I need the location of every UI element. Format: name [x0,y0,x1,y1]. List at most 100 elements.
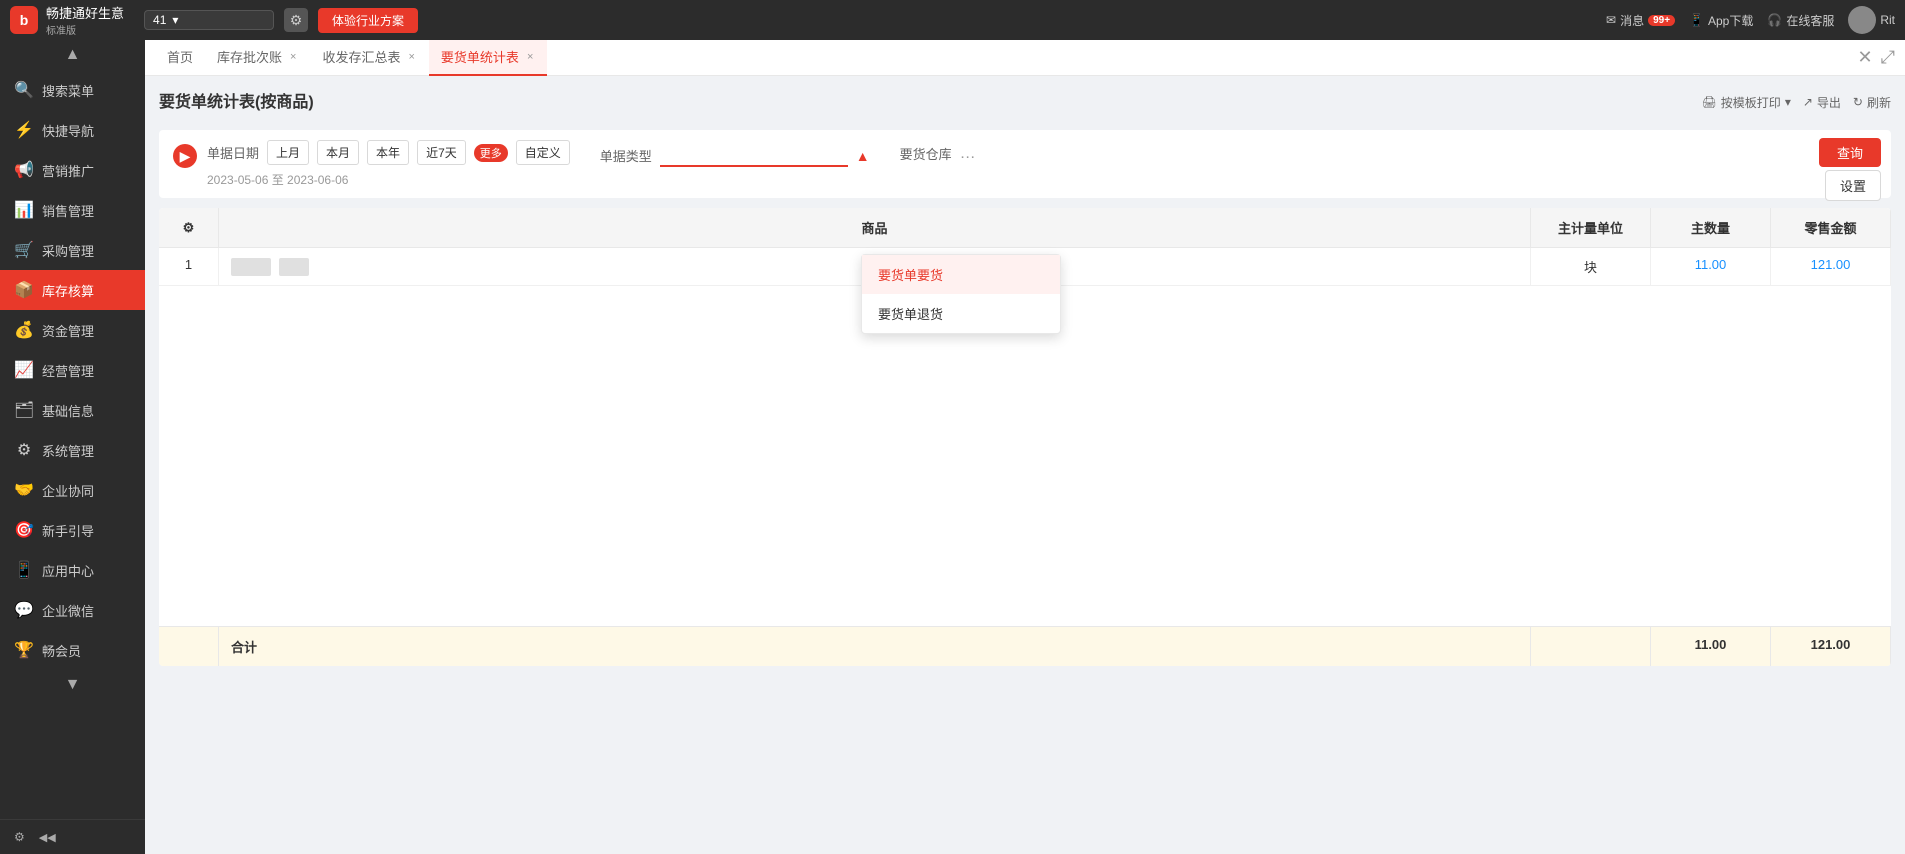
custom-date-button[interactable]: 自定义 [516,140,570,165]
sidebar-item-label: 营销推广 [42,161,94,180]
user-avatar[interactable]: Rit [1848,6,1895,34]
tab-close-all-button[interactable]: ✕ [1858,47,1873,68]
folder-icon: 🗂 [14,400,34,420]
username: Rit [1880,13,1895,27]
tf-label: 合计 [219,627,1531,666]
sidebar-item-wechat[interactable]: 💬 企业微信 [0,590,145,630]
td-quantity[interactable]: 11.00 [1651,248,1771,285]
table-header: ⚙ 商品 主计量单位 主数量 零售金额 [159,208,1891,248]
app-logo: b 畅捷通好生意 标准版 [10,3,124,37]
warehouse-more-button[interactable]: … [960,145,976,163]
sidebar-item-marketing[interactable]: 📢 营销推广 [0,150,145,190]
filter-area: ▶ 单据日期 上月 本月 本年 近7天 更多 自定义 2023-05-06 至 … [159,130,1891,198]
messages-label: 消息 [1620,12,1644,29]
sidebar-item-appstore[interactable]: 📱 应用中心 [0,550,145,590]
cart-icon: 🛒 [14,240,34,260]
online-service-button[interactable]: 🎧 在线客服 [1767,12,1834,29]
print-dropdown-icon: ▾ [1785,95,1791,109]
td-amount[interactable]: 121.00 [1771,248,1891,285]
topbar-gear-button[interactable]: ⚙ [284,8,308,32]
page-title: 要货单统计表(按商品) [159,88,314,112]
last-month-button[interactable]: 上月 [267,140,309,165]
td-unit: 块 [1531,248,1651,285]
sidebar-item-operations[interactable]: 📈 经营管理 [0,350,145,390]
export-icon: ↗ [1803,95,1813,109]
sidebar-item-label: 销售管理 [42,201,94,220]
more-dates-badge[interactable]: 更多 [474,144,508,162]
dropdown-option-label: 要货单要货 [878,268,943,283]
money-icon: 💰 [14,320,34,340]
tab-inventory-close[interactable]: × [288,51,298,63]
th-unit: 主计量单位 [1531,208,1651,247]
printer-icon: 🖨 [1702,95,1717,109]
app-download-button[interactable]: 📱 App下载 [1689,12,1753,29]
type-input[interactable] [660,144,848,167]
avatar [1848,6,1876,34]
export-button[interactable]: ↗ 导出 [1803,94,1841,111]
print-label: 按模板打印 [1721,94,1781,111]
date-label: 单据日期 [207,143,259,162]
sidebar-item-purchase[interactable]: 🛒 采购管理 [0,230,145,270]
sidebar-item-member[interactable]: 🏆 畅会员 [0,630,145,670]
sidebar-item-inventory[interactable]: 📦 库存核算 [0,270,145,310]
type-dropdown: 要货单要货 要货单退货 [861,254,1061,334]
sidebar-item-label: 经营管理 [42,361,94,380]
tab-receivable-close[interactable]: × [406,51,416,63]
page-content: 要货单统计表(按商品) 🖨 按模板打印 ▾ ↗ 导出 ↻ 刷新 [145,76,1905,854]
online-service-label: 在线客服 [1786,12,1834,29]
export-label: 导出 [1817,94,1841,111]
tab-home-label: 首页 [167,47,193,66]
th-index[interactable]: ⚙ [159,208,219,247]
sidebar-item-system[interactable]: ⚙ 系统管理 [0,430,145,470]
store-selector[interactable]: 41 ▾ [144,10,274,30]
sidebar-item-label: 新手引导 [42,521,94,540]
tab-requisition-close[interactable]: × [525,51,535,63]
sidebar-item-label: 搜索菜单 [42,81,94,100]
sidebar-item-newbie[interactable]: 🎯 新手引导 [0,510,145,550]
dropdown-item-order[interactable]: 要货单要货 [862,255,1060,294]
mobile-icon: 📱 [14,560,34,580]
messages-badge: 99+ [1648,15,1675,26]
tab-receivable[interactable]: 收发存汇总表 × [310,40,428,76]
target-icon: 🎯 [14,520,34,540]
type-dropdown-arrow[interactable]: ▲ [856,148,870,164]
search-button[interactable]: 查询 [1819,138,1881,167]
sidebar-item-shortcut[interactable]: ⚡ 快捷导航 [0,110,145,150]
this-year-button[interactable]: 本年 [367,140,409,165]
sidebar-scroll-down[interactable]: ▼ [0,670,145,700]
tab-inventory[interactable]: 库存批次账 × [205,40,310,76]
th-product: 商品 [219,208,1531,247]
trending-icon: 📈 [14,360,34,380]
tab-requisition-label: 要货单统计表 [441,47,519,66]
settings-button[interactable]: 设置 [1825,170,1881,201]
warehouse-label: 要货仓库 [900,144,952,163]
tab-expand-button[interactable]: ⤢ [1881,47,1895,68]
sidebar-item-enterprise[interactable]: 🤝 企业协同 [0,470,145,510]
tab-requisition[interactable]: 要货单统计表 × [429,40,547,76]
sidebar-item-search[interactable]: 🔍 搜索菜单 [0,70,145,110]
this-month-button[interactable]: 本月 [317,140,359,165]
sidebar-scroll-up[interactable]: ▲ [0,40,145,70]
sidebar-item-basic[interactable]: 🗂 基础信息 [0,390,145,430]
app-download-label: App下载 [1708,12,1753,29]
messages-button[interactable]: ✉ 消息 99+ [1606,12,1675,29]
table-empty-space [159,286,1891,626]
refresh-label: 刷新 [1867,94,1891,111]
sidebar-settings-icon[interactable]: ⚙ [14,830,25,844]
logo-icon: b [10,6,38,34]
sidebar-item-sales[interactable]: 📊 销售管理 [0,190,145,230]
sidebar-item-label: 快捷导航 [42,121,94,140]
product-name-placeholder [279,258,309,276]
sidebar: ▲ 🔍 搜索菜单 ⚡ 快捷导航 📢 营销推广 📊 销售管理 🛒 采购管理 📦 库… [0,40,145,854]
filter-expand-button[interactable]: ▶ [173,144,197,168]
trial-button[interactable]: 体验行业方案 [318,8,418,33]
tab-home[interactable]: 首页 [155,40,205,76]
print-button[interactable]: 🖨 按模板打印 ▾ [1702,94,1791,111]
dropdown-item-return[interactable]: 要货单退货 [862,294,1060,333]
sidebar-collapse-button[interactable]: ◀◀ [39,831,56,844]
sidebar-item-label: 采购管理 [42,241,94,260]
refresh-button[interactable]: ↻ 刷新 [1853,94,1891,111]
last7-button[interactable]: 近7天 [417,140,466,165]
sidebar-item-finance[interactable]: 💰 资金管理 [0,310,145,350]
phone-icon: 📱 [1689,13,1704,27]
